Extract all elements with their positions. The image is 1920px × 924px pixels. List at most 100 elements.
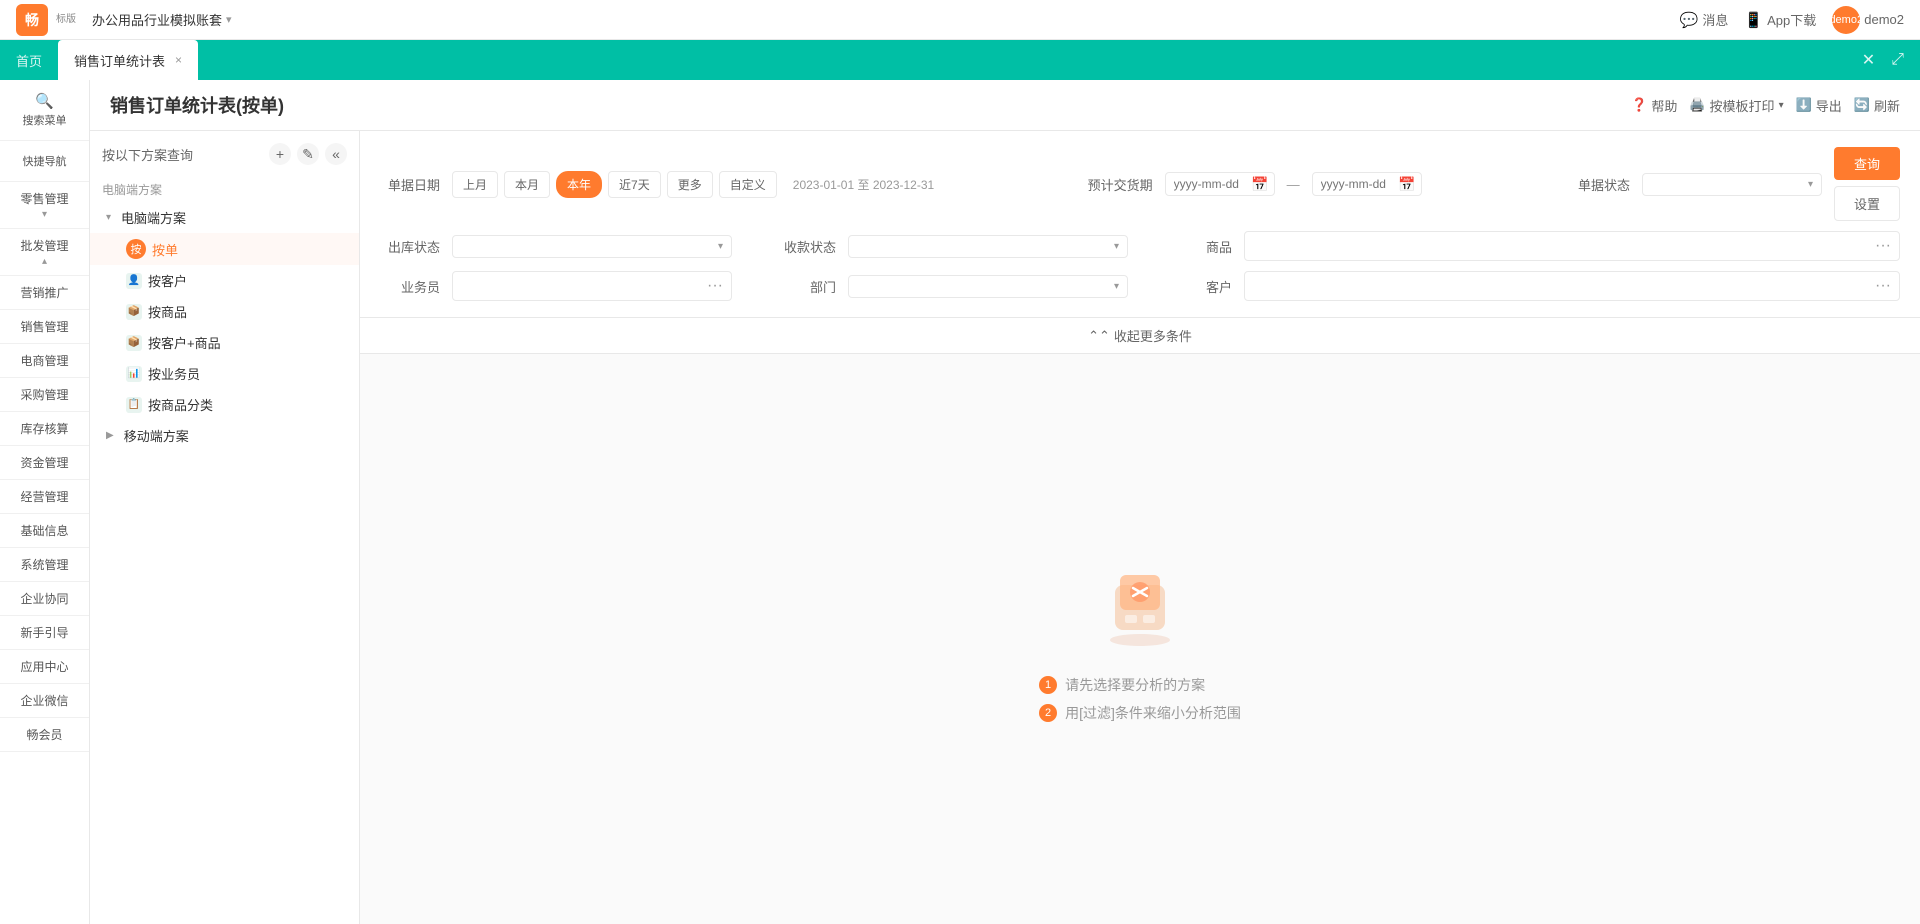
left-panel: 按以下方案查询 + ✎ « 电脑端方案 ▾ 电脑端方案 按 按单 [90, 131, 360, 924]
collapse-row: ⌃⌃ 收起更多条件 [360, 318, 1920, 354]
expected-date-end[interactable] [1312, 172, 1422, 196]
sidebar-item-finance[interactable]: 资金管理 [0, 446, 89, 480]
sidebar-item-system[interactable]: 系统管理 [0, 548, 89, 582]
page-header: 销售订单统计表(按单) ❓ 帮助 🖨️ 按模板打印 ▾ ⬇️ 导出 🔄 刷新 [90, 80, 1920, 131]
sidebar-item-newbie[interactable]: 新手引导 [0, 616, 89, 650]
dept-select[interactable]: ▾ [848, 275, 1128, 298]
customer-more-icon: ··· [1875, 277, 1891, 295]
scheme-by-category[interactable]: 📋 按商品分类 [90, 389, 359, 420]
dept-label: 部门 [776, 277, 836, 296]
user-avatar[interactable]: demo2 demo2 [1832, 6, 1904, 34]
scheme-by-salesman[interactable]: 📊 按业务员 [90, 358, 359, 389]
query-btn[interactable]: 查询 [1834, 147, 1900, 180]
filter-row-2: 出库状态 ▾ 收款状态 ▾ 商品 [380, 231, 1900, 261]
sidebar-item-inventory[interactable]: 库存核算 [0, 412, 89, 446]
main-layout: 🔍 搜索菜单 快捷导航 零售管理 ▾ 批发管理 ▴ 营销推广 销售管理 电商管理… [0, 80, 1920, 924]
salesman-more-icon: ··· [707, 277, 723, 295]
sidebar-item-wechat[interactable]: 企业微信 [0, 684, 89, 718]
sidebar: 🔍 搜索菜单 快捷导航 零售管理 ▾ 批发管理 ▴ 营销推广 销售管理 电商管理… [0, 80, 90, 924]
wholesale-arrow-icon: ▴ [42, 256, 47, 267]
sidebar-item-sales[interactable]: 销售管理 [0, 310, 89, 344]
expected-date-end-wrap: 📅 [1312, 172, 1422, 196]
active-scheme-icon: 按 [126, 239, 146, 259]
scheme-by-goods[interactable]: 📦 按商品 [90, 296, 359, 327]
tip-1-num: 1 [1039, 676, 1057, 694]
avatar: demo2 [1832, 6, 1860, 34]
scheme-by-order[interactable]: 按 按单 [90, 233, 359, 265]
goods-scheme-icon: 📦 [126, 304, 142, 320]
sidebar-quick-nav[interactable]: 快捷导航 [0, 141, 89, 182]
top-bar: 畅 标版 办公用品行业模拟账套 ▾ 💬 消息 📱 App下载 demo2 dem… [0, 0, 1920, 40]
expected-date-start-wrap: 📅 [1165, 172, 1275, 196]
window-maximize-icon[interactable]: ⤢ [1887, 47, 1908, 73]
empty-tip-1: 1 请先选择要分析的方案 [1039, 675, 1241, 695]
sidebar-item-basic-info[interactable]: 基础信息 [0, 514, 89, 548]
setting-btn[interactable]: 设置 [1834, 186, 1900, 221]
customer-scheme-icon: 👤 [126, 273, 142, 289]
date-btn-this-month[interactable]: 本月 [504, 171, 550, 198]
dept-chevron-icon: ▾ [1114, 281, 1119, 292]
top-bar-left: 畅 标版 办公用品行业模拟账套 ▾ [16, 4, 240, 36]
tab-close-icon[interactable]: × [175, 53, 182, 67]
sidebar-search[interactable]: 🔍 搜索菜单 [0, 80, 89, 141]
delivery-select[interactable]: ▾ [452, 235, 732, 258]
delivery-chevron-icon: ▾ [718, 241, 723, 252]
sidebar-item-marketing[interactable]: 营销推广 [0, 276, 89, 310]
tab-sales-stats[interactable]: 销售订单统计表 × [58, 40, 198, 80]
template-print-btn[interactable]: 🖨️ 按模板打印 ▾ [1689, 96, 1783, 115]
date-btn-custom[interactable]: 自定义 [719, 171, 777, 198]
customer-select[interactable]: ··· [1244, 271, 1900, 301]
right-content: 单据日期 上月 本月 本年 近7天 更多 自定义 2023-01-01 至 20… [360, 131, 1920, 924]
retail-arrow-icon: ▾ [42, 209, 47, 220]
collapse-panel-btn[interactable]: « [325, 143, 347, 165]
workspace-selector[interactable]: 办公用品行业模拟账套 ▾ [84, 6, 240, 33]
app-download-btn[interactable]: 📱 App下载 [1744, 10, 1816, 29]
help-btn[interactable]: ❓ 帮助 [1631, 96, 1677, 115]
sidebar-item-retail[interactable]: 零售管理 ▾ [0, 182, 89, 229]
pc-section-label: 电脑端方案 [90, 177, 359, 202]
sidebar-item-ecommerce[interactable]: 电商管理 [0, 344, 89, 378]
edit-scheme-btn[interactable]: ✎ [297, 143, 319, 165]
mobile-section[interactable]: ▶ 移动端方案 [90, 420, 359, 451]
panel-layout: 按以下方案查询 + ✎ « 电脑端方案 ▾ 电脑端方案 按 按单 [90, 131, 1920, 924]
export-btn[interactable]: ⬇️ 导出 [1796, 96, 1842, 115]
date-range-text: 2023-01-01 至 2023-12-31 [793, 176, 934, 193]
empty-icon [1090, 555, 1190, 655]
collapse-btn[interactable]: ⌃⌃ 收起更多条件 [1088, 326, 1192, 345]
salesman-select[interactable]: ··· [452, 271, 732, 301]
tree-item-pc: ▾ 电脑端方案 [90, 202, 359, 233]
expected-date-label: 预计交货期 [1083, 175, 1153, 194]
category-icon: 📋 [126, 397, 142, 413]
date-btn-this-year[interactable]: 本年 [556, 171, 602, 198]
top-bar-right: 💬 消息 📱 App下载 demo2 demo2 [1680, 6, 1904, 34]
sidebar-item-member[interactable]: 畅会员 [0, 718, 89, 752]
mobile-arrow-icon: ▶ [106, 430, 114, 441]
date-btn-last-7days[interactable]: 近7天 [608, 171, 661, 198]
refresh-btn[interactable]: 🔄 刷新 [1854, 96, 1900, 115]
pc-arrow-icon: ▾ [106, 212, 111, 223]
empty-tip-2: 2 用[过滤]条件来缩小分析范围 [1039, 703, 1241, 723]
expected-date-start[interactable] [1165, 172, 1275, 196]
date-btn-last-month[interactable]: 上月 [452, 171, 498, 198]
sidebar-item-enterprise[interactable]: 企业协同 [0, 582, 89, 616]
window-close-icon[interactable]: ✕ [1858, 46, 1879, 74]
scheme-by-customer[interactable]: 👤 按客户 [90, 265, 359, 296]
sidebar-item-purchase[interactable]: 采购管理 [0, 378, 89, 412]
date-sep: — [1287, 177, 1300, 192]
tab-home[interactable]: 首页 [0, 40, 58, 80]
sidebar-item-wholesale[interactable]: 批发管理 ▴ [0, 229, 89, 276]
goods-more-icon: ··· [1875, 237, 1891, 255]
content-area: 销售订单统计表(按单) ❓ 帮助 🖨️ 按模板打印 ▾ ⬇️ 导出 🔄 刷新 [90, 80, 1920, 924]
date-btn-more[interactable]: 更多 [667, 171, 713, 198]
sidebar-item-app-center[interactable]: 应用中心 [0, 650, 89, 684]
payment-select[interactable]: ▾ [848, 235, 1128, 258]
scheme-by-customer-goods[interactable]: 📦 按客户+商品 [90, 327, 359, 358]
message-btn[interactable]: 💬 消息 [1680, 10, 1729, 29]
status-chevron-icon: ▾ [1808, 179, 1813, 190]
status-select[interactable]: ▾ [1642, 173, 1822, 196]
add-scheme-btn[interactable]: + [269, 143, 291, 165]
brand-subtitle: 标版 [56, 13, 76, 26]
sidebar-item-operations[interactable]: 经营管理 [0, 480, 89, 514]
date-label: 单据日期 [380, 175, 440, 194]
goods-select[interactable]: ··· [1244, 231, 1900, 261]
